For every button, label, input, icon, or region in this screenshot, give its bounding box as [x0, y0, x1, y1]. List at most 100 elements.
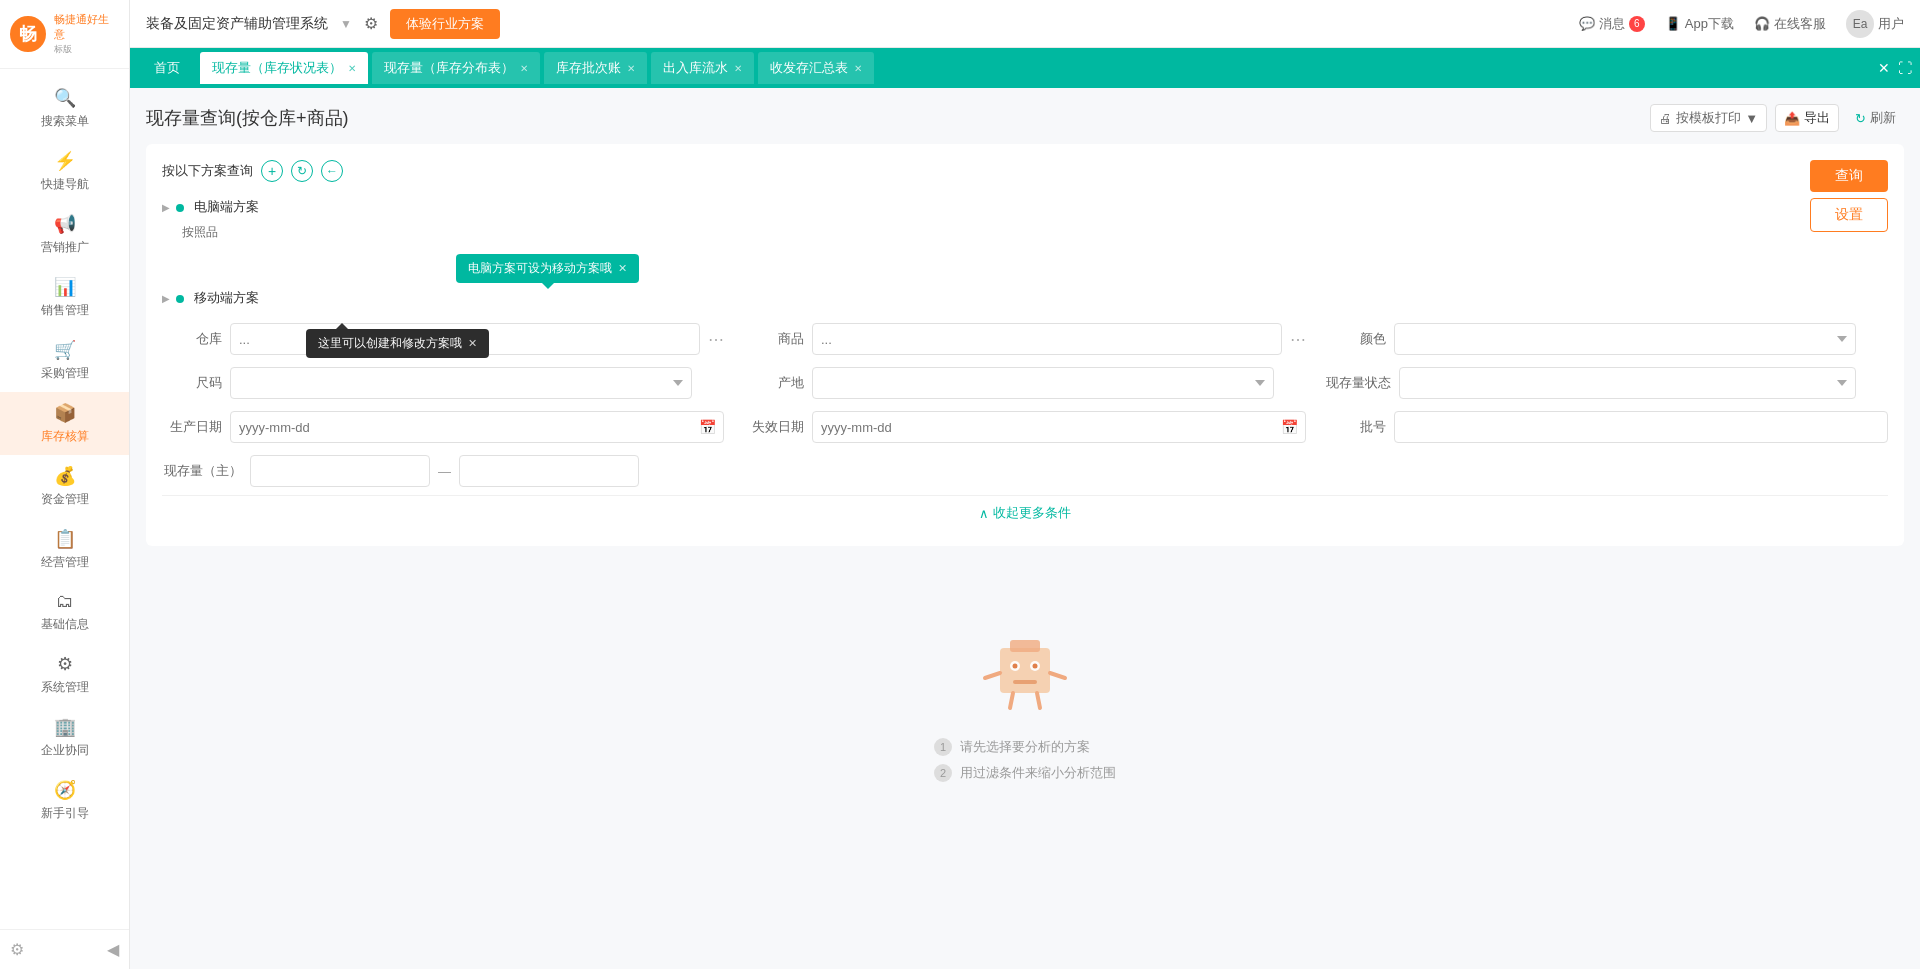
color-input-wrap: [1394, 323, 1856, 355]
warehouse-label: 仓库: [162, 330, 222, 348]
sidebar-item-basic[interactable]: 🗂 基础信息: [0, 581, 129, 643]
header-gear-icon[interactable]: ⚙: [364, 14, 378, 33]
svg-rect-0: [1000, 648, 1050, 693]
app-download-item[interactable]: 📱 App下载: [1665, 15, 1734, 33]
phone-icon: 📱: [1665, 16, 1681, 31]
tab-close-collect-summary[interactable]: ✕: [854, 63, 862, 74]
main-stock-from-input[interactable]: [250, 455, 430, 487]
collapse-up-icon: ∧: [979, 506, 989, 521]
size-select[interactable]: [230, 367, 692, 399]
reset-btn[interactable]: 设置: [1810, 198, 1888, 232]
expire-date-filter: 失效日期 📅: [744, 411, 1306, 443]
produce-date-filter: 生产日期 📅: [162, 411, 724, 443]
tab-inventory-dist[interactable]: 现存量（库存分布表） ✕: [372, 52, 540, 84]
step2-num: 2: [934, 764, 952, 782]
tooltip1-close[interactable]: ✕: [618, 262, 627, 275]
color-select[interactable]: [1394, 323, 1856, 355]
expire-date-input[interactable]: [812, 411, 1306, 443]
mobile-scheme-item[interactable]: ▶ 移动端方案: [162, 285, 1888, 311]
sidebar-item-search[interactable]: 🔍 搜索菜单: [0, 77, 129, 140]
goods-input[interactable]: [812, 323, 1282, 355]
tab-close-all-icon[interactable]: ✕: [1878, 60, 1890, 76]
export-btn[interactable]: 📤 导出: [1775, 104, 1839, 132]
tab-inventory-status[interactable]: 现存量（库存状况表） ✕: [200, 52, 368, 84]
settings-icon[interactable]: ⚙: [10, 940, 24, 959]
pc-scheme-sub: 按照品: [162, 220, 1888, 245]
warehouse-more-icon[interactable]: ⋯: [708, 330, 724, 349]
inventory-status-label: 现存量状态: [1326, 374, 1391, 392]
online-support-item[interactable]: 🎧 在线客服: [1754, 15, 1826, 33]
tooltip-create-scheme: 这里可以创建和修改方案哦 ✕: [306, 329, 489, 358]
sidebar-item-operations[interactable]: 📋 经营管理: [0, 518, 129, 581]
header-right: 💬 消息 6 📱 App下载 🎧 在线客服 Ea 用户: [1579, 10, 1904, 38]
tab-inout-flow[interactable]: 出入库流水 ✕: [651, 52, 754, 84]
expire-date-calendar-icon[interactable]: 📅: [1281, 419, 1298, 435]
guide-icon: 🧭: [54, 779, 76, 801]
tab-inventory-batch[interactable]: 库存批次账 ✕: [544, 52, 647, 84]
purchase-icon: 🛒: [54, 339, 76, 361]
export-icon: 📤: [1784, 111, 1800, 126]
experience-btn[interactable]: 体验行业方案: [390, 9, 500, 39]
inventory-status-wrap: [1399, 367, 1856, 399]
collapse-row[interactable]: ∧ 收起更多条件: [162, 495, 1888, 530]
headset-icon: 🎧: [1754, 16, 1770, 31]
expire-date-wrap: 📅: [812, 411, 1306, 443]
origin-select[interactable]: [812, 367, 1274, 399]
tab-close-inout-flow[interactable]: ✕: [734, 63, 742, 74]
sidebar-item-finance[interactable]: 💰 资金管理: [0, 455, 129, 518]
filter-row3: 生产日期 📅 失效日期 📅: [162, 411, 1888, 443]
sidebar-item-inventory[interactable]: 📦 库存核算: [0, 392, 129, 455]
print-dropdown-icon: ▼: [1745, 111, 1758, 126]
svg-line-10: [1037, 693, 1040, 708]
sidebar-item-quick[interactable]: ⚡ 快捷导航: [0, 140, 129, 203]
collapse-sidebar-icon[interactable]: ◀: [107, 940, 119, 959]
sidebar-item-system[interactable]: ⚙ 系统管理: [0, 643, 129, 706]
batch-input[interactable]: [1394, 411, 1888, 443]
pc-scheme-item[interactable]: ▶ 电脑端方案: [162, 194, 1888, 220]
goods-more-icon[interactable]: ⋯: [1290, 330, 1306, 349]
batch-filter: 批号: [1326, 411, 1888, 443]
main-content: 装备及固定资产辅助管理系统 ▼ ⚙ 体验行业方案 💬 消息 6 📱 App下载 …: [130, 0, 1920, 969]
message-item[interactable]: 💬 消息 6: [1579, 15, 1645, 33]
filter-back-btn[interactable]: ←: [321, 160, 343, 182]
query-btn[interactable]: 查询: [1810, 160, 1888, 192]
color-label: 颜色: [1326, 330, 1386, 348]
main-stock-to-input[interactable]: [459, 455, 639, 487]
filter-add-btn[interactable]: +: [261, 160, 283, 182]
system-dropdown-icon[interactable]: ▼: [340, 17, 352, 31]
step1-num: 1: [934, 738, 952, 756]
produce-date-calendar-icon[interactable]: 📅: [699, 419, 716, 435]
tab-close-inventory-batch[interactable]: ✕: [627, 63, 635, 74]
message-badge: 6: [1629, 16, 1645, 32]
mobile-scheme-arrow: ▶: [162, 293, 170, 304]
produce-date-label: 生产日期: [162, 418, 222, 436]
pc-scheme-sub-item[interactable]: 按照品: [182, 220, 1888, 245]
inventory-status-select[interactable]: [1399, 367, 1856, 399]
tab-collect-summary[interactable]: 收发存汇总表 ✕: [758, 52, 874, 84]
user-item[interactable]: Ea 用户: [1846, 10, 1904, 38]
marketing-icon: 📢: [54, 213, 76, 235]
size-label: 尺码: [162, 374, 222, 392]
filter-row2: 尺码 产地: [162, 367, 1888, 399]
produce-date-input[interactable]: [230, 411, 724, 443]
tab-home[interactable]: 首页: [138, 52, 196, 84]
refresh-btn[interactable]: ↻ 刷新: [1847, 105, 1904, 131]
header-left: 装备及固定资产辅助管理系统 ▼ ⚙ 体验行业方案: [146, 9, 500, 39]
goods-filter: 商品 ⋯: [744, 323, 1306, 355]
filter-refresh-btn[interactable]: ↻: [291, 160, 313, 182]
origin-filter: 产地: [744, 367, 1306, 399]
sidebar-item-purchase[interactable]: 🛒 采购管理: [0, 329, 129, 392]
empty-step2: 2 用过滤条件来缩小分析范围: [934, 764, 1116, 782]
main-stock-row: 现存量（主） —: [162, 455, 1888, 487]
sidebar-item-sales[interactable]: 📊 销售管理: [0, 266, 129, 329]
tooltip2-close[interactable]: ✕: [468, 337, 477, 350]
origin-label: 产地: [744, 374, 804, 392]
sidebar-item-marketing[interactable]: 📢 营销推广: [0, 203, 129, 266]
inventory-icon: 📦: [54, 402, 76, 424]
print-btn[interactable]: 🖨 按模板打印 ▼: [1650, 104, 1767, 132]
tab-close-inventory-dist[interactable]: ✕: [520, 63, 528, 74]
sidebar-item-enterprise[interactable]: 🏢 企业协同: [0, 706, 129, 769]
sidebar-item-guide[interactable]: 🧭 新手引导: [0, 769, 129, 832]
tab-maximize-icon[interactable]: ⛶: [1898, 60, 1912, 76]
tab-close-inventory-status[interactable]: ✕: [348, 63, 356, 74]
